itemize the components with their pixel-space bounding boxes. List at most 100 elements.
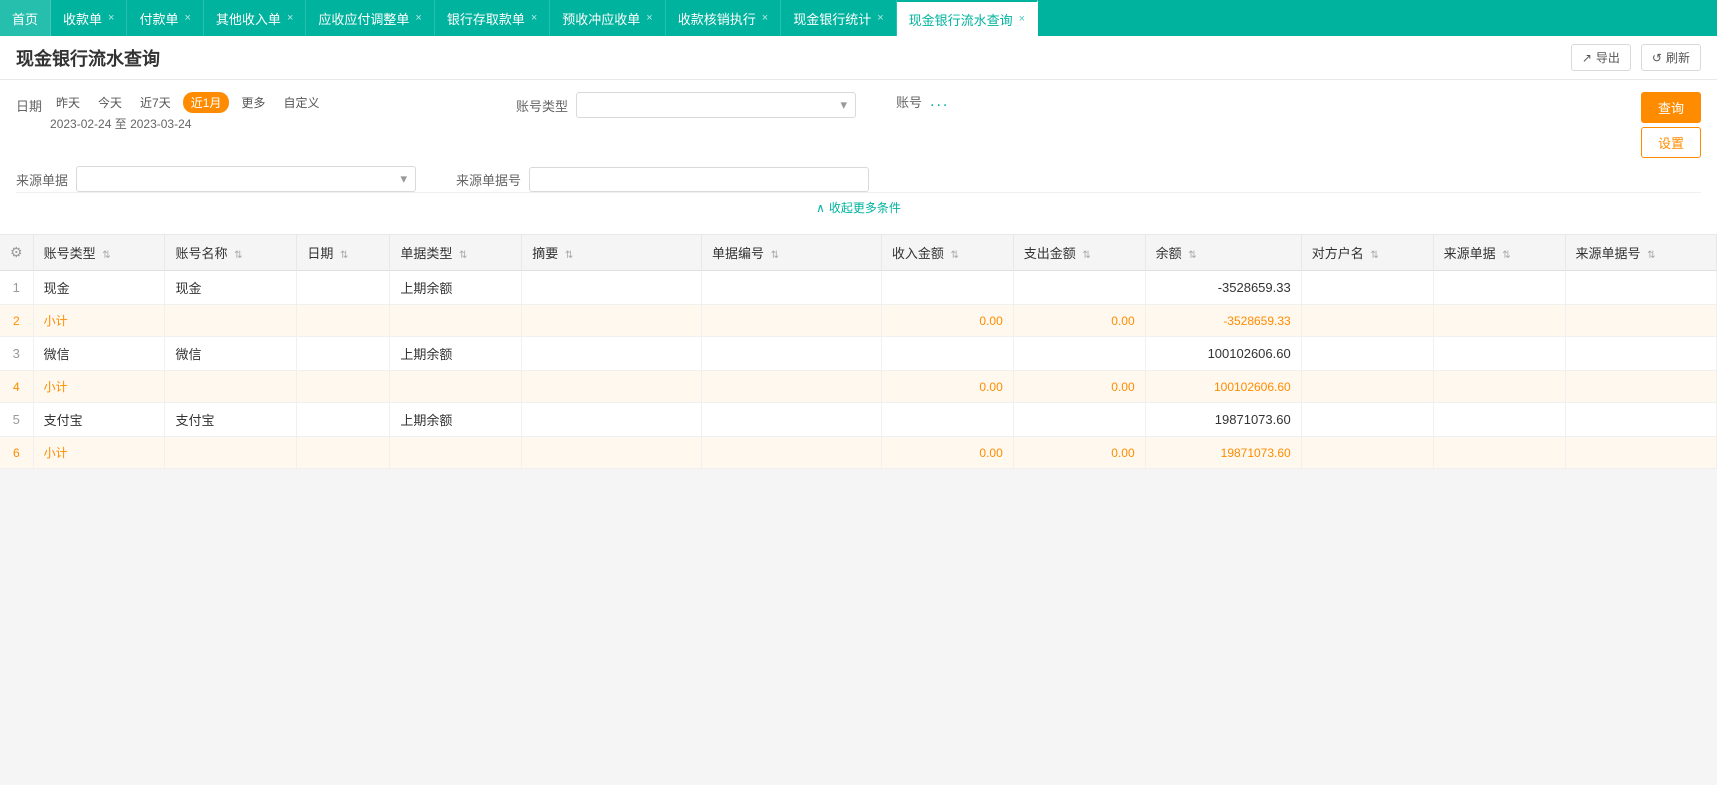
export-button[interactable]: ↗ 导出 (1571, 44, 1631, 71)
row-expense: 0.00 (1013, 371, 1145, 403)
col-source-doc-no[interactable]: 来源单据号 ⇅ (1565, 235, 1716, 271)
refresh-button[interactable]: ↺ 刷新 (1641, 44, 1701, 71)
row-doc-type: 上期余额 (390, 403, 522, 437)
shortcut-more[interactable]: 更多 (235, 92, 271, 113)
table-row: 6小计0.000.0019871073.60 (0, 437, 1717, 469)
table-row: 5支付宝支付宝上期余额19871073.60 (0, 403, 1717, 437)
row-source-doc-no (1565, 305, 1716, 337)
account-dots[interactable]: ... (930, 93, 949, 111)
nav-bank-deposit[interactable]: 银行存取款单 × (435, 0, 550, 36)
col-source-doc[interactable]: 来源单据 ⇅ (1433, 235, 1565, 271)
row-expense (1013, 271, 1145, 305)
nav-other-income[interactable]: 其他收入单 × (204, 0, 306, 36)
table-row: 3微信微信上期余额100102606.60 (0, 337, 1717, 371)
row-source-doc (1433, 371, 1565, 403)
shortcut-1month[interactable]: 近1月 (183, 92, 230, 113)
date-range: 2023-02-24 至 2023-03-24 (50, 115, 325, 132)
row-summary (522, 403, 702, 437)
row-doc-type (390, 371, 522, 403)
row-doc-type (390, 437, 522, 469)
row-doc-no (702, 271, 882, 305)
close-icon[interactable]: × (646, 12, 652, 24)
col-balance[interactable]: 余额 ⇅ (1145, 235, 1301, 271)
row-counterpart (1301, 305, 1433, 337)
col-expense[interactable]: 支出金额 ⇅ (1013, 235, 1145, 271)
col-account-type[interactable]: 账号类型 ⇅ (33, 235, 165, 271)
nav-home[interactable]: 首页 (0, 0, 51, 36)
row-summary (522, 371, 702, 403)
row-balance: 100102606.60 (1145, 337, 1301, 371)
close-icon[interactable]: × (762, 12, 768, 24)
nav-cash-bank-flow[interactable]: 现金银行流水查询 × (897, 0, 1038, 36)
table-container: ⚙ 账号类型 ⇅ 账号名称 ⇅ 日期 ⇅ 单据类型 ⇅ (0, 235, 1717, 469)
row-num: 4 (0, 371, 33, 403)
row-source-doc-no (1565, 403, 1716, 437)
sort-icon: ⇅ (1082, 250, 1090, 261)
table-row: 1现金现金上期余额-3528659.33 (0, 271, 1717, 305)
row-counterpart (1301, 403, 1433, 437)
close-icon[interactable]: × (184, 12, 190, 24)
row-income: 0.00 (881, 371, 1013, 403)
row-summary (522, 305, 702, 337)
source-doc-select[interactable]: ▾ (76, 166, 416, 192)
col-doc-no[interactable]: 单据编号 ⇅ (702, 235, 882, 271)
query-button[interactable]: 查询 (1641, 92, 1701, 123)
col-account-name[interactable]: 账号名称 ⇅ (165, 235, 297, 271)
row-source-doc (1433, 437, 1565, 469)
sort-icon: ⇅ (1188, 250, 1196, 261)
filter-row-2: 来源单据 ▾ 来源单据号 (16, 166, 1701, 192)
shortcut-7days[interactable]: 近7天 (134, 92, 177, 113)
nav-receipt-exec[interactable]: 收款核销执行 × (666, 0, 781, 36)
close-icon[interactable]: × (287, 12, 293, 24)
row-source-doc-no (1565, 437, 1716, 469)
collapse-bar[interactable]: ∧ 收起更多条件 (16, 192, 1701, 222)
row-doc-type: 上期余额 (390, 337, 522, 371)
col-date[interactable]: 日期 ⇅ (297, 235, 390, 271)
collapse-icon: ∧ (816, 201, 825, 215)
row-balance: -3528659.33 (1145, 305, 1301, 337)
row-account-name: 现金 (165, 271, 297, 305)
col-doc-type[interactable]: 单据类型 ⇅ (390, 235, 522, 271)
nav-payment[interactable]: 付款单 × (127, 0, 203, 36)
row-account-type: 小计 (33, 437, 165, 469)
sort-icon: ⇅ (950, 250, 958, 261)
sort-icon: ⇅ (102, 250, 110, 261)
row-num: 3 (0, 337, 33, 371)
close-icon[interactable]: × (415, 12, 421, 24)
source-doc-label: 来源单据 (16, 170, 68, 189)
gear-icon[interactable]: ⚙ (10, 244, 23, 260)
row-income: 0.00 (881, 437, 1013, 469)
collapse-label: 收起更多条件 (829, 199, 901, 216)
nav-receipt[interactable]: 收款单 × (51, 0, 127, 36)
shortcut-yesterday[interactable]: 昨天 (50, 92, 86, 113)
row-account-name (165, 437, 297, 469)
sort-icon: ⇅ (1647, 250, 1655, 261)
row-source-doc (1433, 403, 1565, 437)
row-account-type: 微信 (33, 337, 165, 371)
row-account-name: 支付宝 (165, 403, 297, 437)
chevron-down-icon: ▾ (400, 171, 407, 187)
shortcut-today[interactable]: 今天 (92, 92, 128, 113)
close-icon[interactable]: × (531, 12, 537, 24)
close-icon[interactable]: × (877, 12, 883, 24)
nav-prepay[interactable]: 预收冲应收单 × (550, 0, 665, 36)
row-doc-no (702, 305, 882, 337)
nav-ar-ap-adjust[interactable]: 应收应付调整单 × (306, 0, 434, 36)
close-icon[interactable]: × (1019, 13, 1025, 25)
source-doc-num-input[interactable] (529, 167, 869, 192)
nav-cash-bank-stat[interactable]: 现金银行统计 × (781, 0, 896, 36)
account-type-select[interactable]: ▾ (576, 92, 856, 118)
header-actions: ↗ 导出 ↺ 刷新 (1571, 44, 1701, 71)
close-icon[interactable]: × (108, 12, 114, 24)
table-row: 2小计0.000.00-3528659.33 (0, 305, 1717, 337)
settings-button[interactable]: 设置 (1641, 127, 1701, 158)
filter-area: 日期 昨天 今天 近7天 近1月 更多 自定义 2023-02-24 至 202… (0, 80, 1717, 235)
col-summary[interactable]: 摘要 ⇅ (522, 235, 702, 271)
table-header-row: ⚙ 账号类型 ⇅ 账号名称 ⇅ 日期 ⇅ 单据类型 ⇅ (0, 235, 1717, 271)
shortcut-custom[interactable]: 自定义 (277, 92, 325, 113)
col-counterpart[interactable]: 对方户名 ⇅ (1301, 235, 1433, 271)
row-doc-type: 上期余额 (390, 271, 522, 305)
row-balance: 100102606.60 (1145, 371, 1301, 403)
col-income[interactable]: 收入金额 ⇅ (881, 235, 1013, 271)
source-doc-num-label: 来源单据号 (456, 170, 521, 189)
